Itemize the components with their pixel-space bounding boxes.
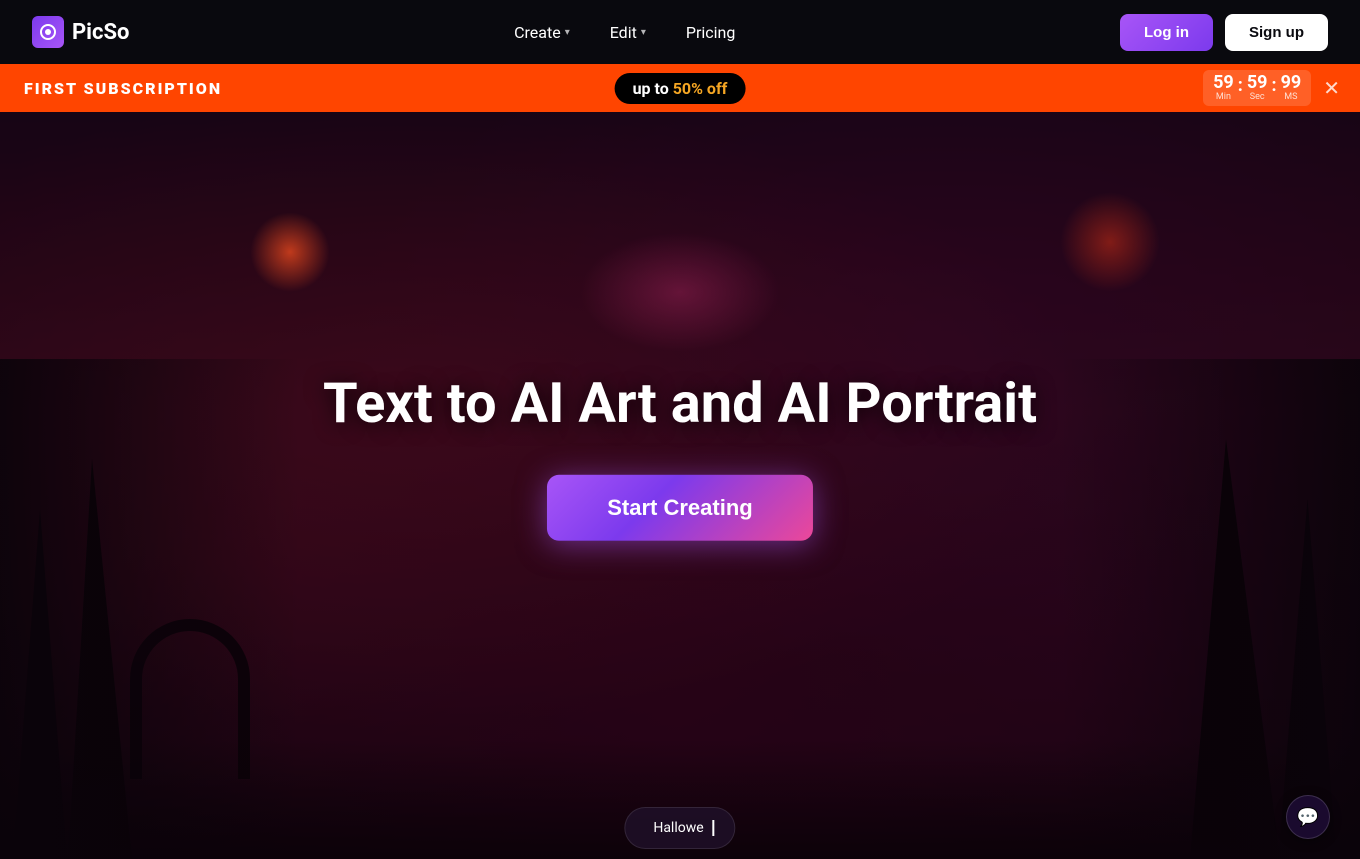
promo-main-text: FIRST SUBSCRIPTION xyxy=(24,79,222,98)
chat-icon: 💬 xyxy=(1297,807,1319,828)
chat-button[interactable]: 💬 xyxy=(1286,795,1330,839)
create-chevron-icon: ▾ xyxy=(565,27,570,38)
text-cursor xyxy=(713,820,715,836)
nav-edit-label: Edit xyxy=(610,23,637,42)
login-button[interactable]: Log in xyxy=(1120,14,1213,51)
nav-item-create[interactable]: Create ▾ xyxy=(498,15,586,50)
style-input-text: Hallowe xyxy=(645,816,711,840)
timer-ms: 99 MS xyxy=(1281,74,1302,102)
promo-badge-text: up to 50% off xyxy=(633,79,728,98)
hero-section: Text to AI Art and AI Portrait Start Cre… xyxy=(0,112,1360,859)
logo[interactable]: PicSo xyxy=(32,16,129,48)
nav-buttons: Log in Sign up xyxy=(1120,14,1328,51)
silhouette-left xyxy=(0,359,300,859)
signup-button[interactable]: Sign up xyxy=(1225,14,1328,51)
countdown-timer: 59 Min : 59 Sec : 99 MS xyxy=(1203,70,1311,106)
nav-pricing-label: Pricing xyxy=(686,23,736,42)
promo-badge[interactable]: up to 50% off xyxy=(615,73,746,104)
hero-title: Text to AI Art and AI Portrait xyxy=(323,370,1037,434)
promo-right: 59 Min : 59 Sec : 99 MS ✕ xyxy=(1203,70,1340,106)
hero-content: Text to AI Art and AI Portrait Start Cre… xyxy=(323,370,1037,540)
logo-icon xyxy=(32,16,64,48)
glow-spot-1 xyxy=(250,212,330,292)
glow-spot-3 xyxy=(580,232,780,352)
timer-sep-2: : xyxy=(1272,75,1277,96)
style-selector-bar[interactable]: Hallowe xyxy=(624,807,735,849)
promo-banner: FIRST SUBSCRIPTION up to 50% off 59 Min … xyxy=(0,64,1360,112)
nav-create-label: Create xyxy=(514,23,561,42)
nav-item-pricing[interactable]: Pricing xyxy=(670,15,752,50)
edit-chevron-icon: ▾ xyxy=(641,27,646,38)
nav-links: Create ▾ Edit ▾ Pricing xyxy=(498,15,751,50)
glow-spot-2 xyxy=(1060,192,1160,292)
timer-seconds: 59 Sec xyxy=(1247,74,1268,102)
nav-item-edit[interactable]: Edit ▾ xyxy=(594,15,662,50)
navbar: PicSo Create ▾ Edit ▾ Pricing Log in Sig… xyxy=(0,0,1360,64)
logo-text: PicSo xyxy=(72,20,129,45)
promo-close-button[interactable]: ✕ xyxy=(1323,76,1340,101)
timer-sep-1: : xyxy=(1238,75,1243,96)
timer-minutes: 59 Min xyxy=(1213,74,1234,102)
start-creating-button[interactable]: Start Creating xyxy=(547,475,812,541)
silhouette-right xyxy=(1060,359,1360,859)
